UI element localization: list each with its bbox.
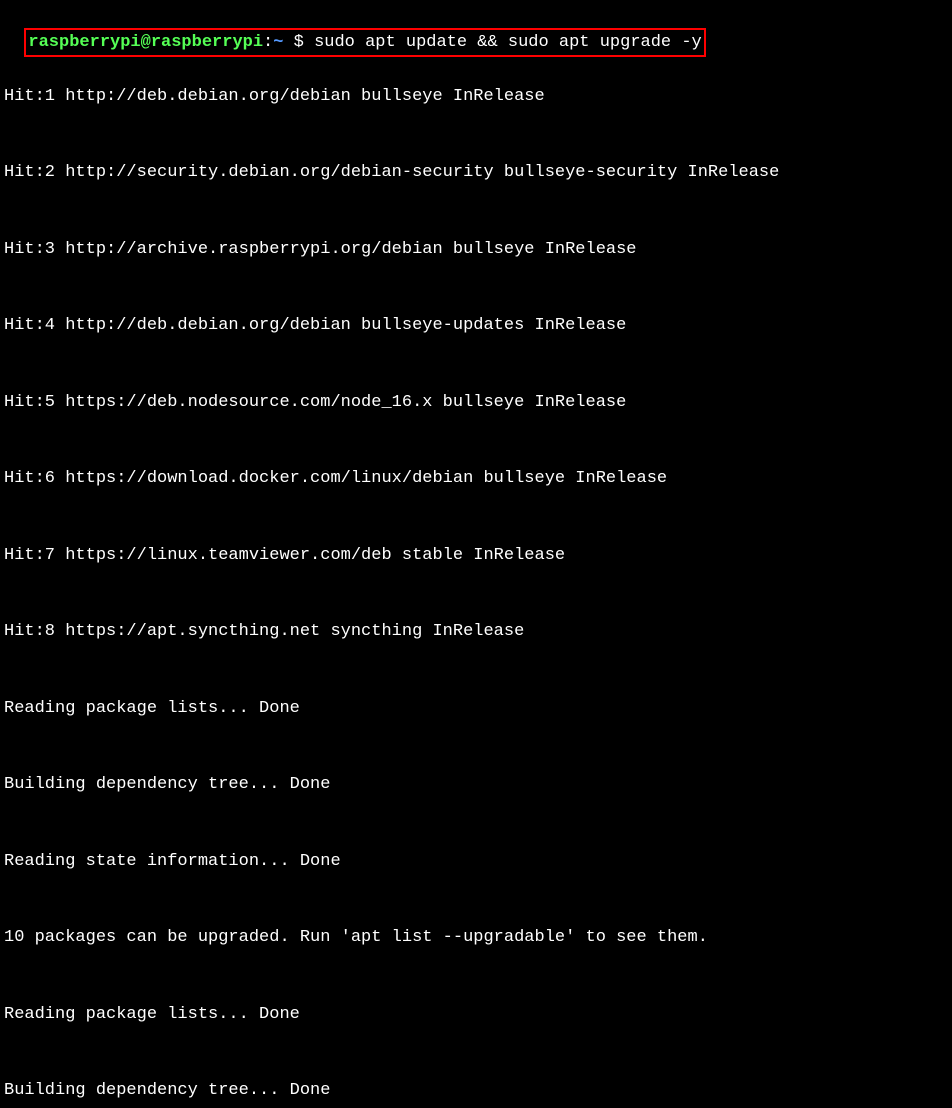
output-line: Building dependency tree... Done bbox=[4, 772, 948, 798]
output-line: Hit:4 http://deb.debian.org/debian bulls… bbox=[4, 313, 948, 339]
output-line: Hit:3 http://archive.raspberrypi.org/deb… bbox=[4, 237, 948, 263]
prompt-line: raspberrypi@raspberrypi:~ $ sudo apt upd… bbox=[24, 28, 705, 58]
output-line: 10 packages can be upgraded. Run 'apt li… bbox=[4, 925, 948, 951]
output-line: Hit:1 http://deb.debian.org/debian bulls… bbox=[4, 84, 948, 110]
output-line: Reading package lists... Done bbox=[4, 696, 948, 722]
output-line: Reading state information... Done bbox=[4, 849, 948, 875]
cwd: ~ bbox=[273, 33, 283, 52]
output-line: Reading package lists... Done bbox=[4, 1002, 948, 1028]
dollar: $ bbox=[283, 33, 314, 52]
output-line: Hit:2 http://security.debian.org/debian-… bbox=[4, 160, 948, 186]
output-line: Hit:8 https://apt.syncthing.net syncthin… bbox=[4, 619, 948, 645]
output-line: Hit:7 https://linux.teamviewer.com/deb s… bbox=[4, 543, 948, 569]
output-line: Building dependency tree... Done bbox=[4, 1078, 948, 1104]
user-host: raspberrypi@raspberrypi bbox=[28, 33, 263, 52]
output-line: Hit:5 https://deb.nodesource.com/node_16… bbox=[4, 390, 948, 416]
prompt-colon: : bbox=[263, 33, 273, 52]
output-line: Hit:6 https://download.docker.com/linux/… bbox=[4, 466, 948, 492]
command: sudo apt update && sudo apt upgrade -y bbox=[314, 33, 702, 52]
terminal[interactable]: raspberrypi@raspberrypi:~ $ sudo apt upd… bbox=[4, 2, 948, 1108]
